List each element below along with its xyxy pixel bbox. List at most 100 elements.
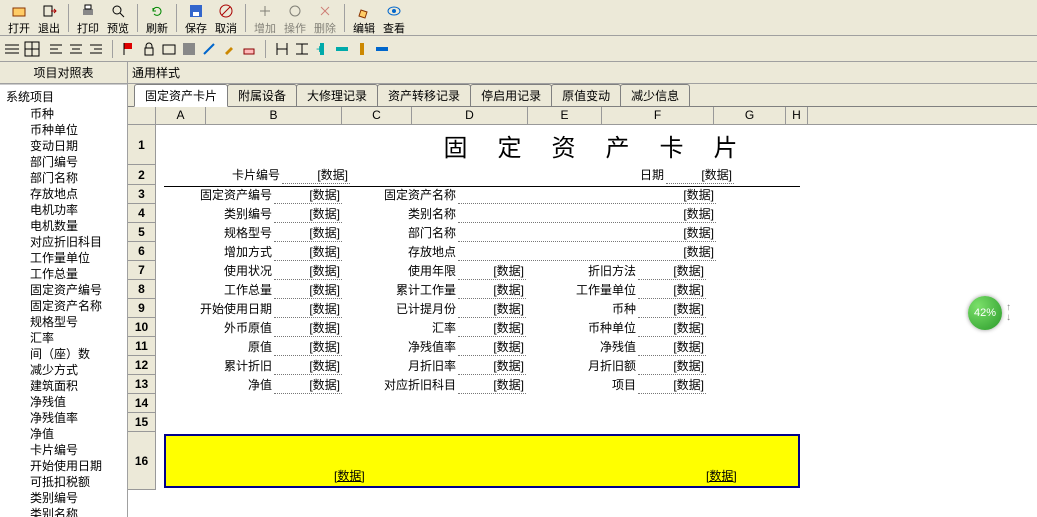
tab-2[interactable]: 大修理记录 xyxy=(296,84,378,106)
row-header[interactable]: 12 xyxy=(128,356,156,375)
insert-row-icon[interactable] xyxy=(334,41,350,57)
row-header[interactable]: 8 xyxy=(128,280,156,299)
tree-item[interactable]: 净残值 xyxy=(4,394,127,410)
field-value[interactable]: [数据] xyxy=(274,281,342,299)
lines-icon[interactable] xyxy=(4,41,20,57)
tree-item[interactable]: 币种单位 xyxy=(4,122,127,138)
brush-icon[interactable] xyxy=(221,41,237,57)
tree-item[interactable]: 固定资产名称 xyxy=(4,298,127,314)
tree-item[interactable]: 币种 xyxy=(4,106,127,122)
tree-item[interactable]: 部门编号 xyxy=(4,154,127,170)
field-value[interactable]: [数据] xyxy=(458,319,526,337)
tree-item[interactable]: 工作总量 xyxy=(4,266,127,282)
refresh-button[interactable]: 刷新 xyxy=(142,2,172,36)
tree-item[interactable]: 可抵扣税额 xyxy=(4,474,127,490)
tree-item[interactable]: 卡片编号 xyxy=(4,442,127,458)
field-value[interactable]: [数据] xyxy=(458,376,526,394)
field-value[interactable]: [数据] xyxy=(274,338,342,356)
tree-item[interactable]: 对应折旧科目 xyxy=(4,234,127,250)
tab-4[interactable]: 停启用记录 xyxy=(470,84,552,106)
row-header[interactable]: 11 xyxy=(128,337,156,356)
edit-button[interactable]: 编辑 xyxy=(349,2,379,36)
sheet-area[interactable]: ABCDEFGH 1固 定 资 产 卡 片2卡片编号[数据]日期[数据]3固定资… xyxy=(128,107,1037,517)
field-value[interactable]: [数据] xyxy=(458,262,526,280)
field-value[interactable]: [数据] xyxy=(638,338,706,356)
save-button[interactable]: 保存 xyxy=(181,2,211,36)
cancel-button[interactable]: 取消 xyxy=(211,2,241,36)
field-value[interactable]: [数据] xyxy=(458,205,716,223)
col-width-icon[interactable] xyxy=(274,41,290,57)
field-value[interactable]: [数据] xyxy=(638,357,706,375)
field-value[interactable]: [数据] xyxy=(274,205,342,223)
print-button[interactable]: 打印 xyxy=(73,2,103,36)
tree-item[interactable]: 净残值率 xyxy=(4,410,127,426)
tree-item[interactable]: 电机数量 xyxy=(4,218,127,234)
row-header[interactable]: 10 xyxy=(128,318,156,337)
row-header[interactable]: 7 xyxy=(128,261,156,280)
align-left-icon[interactable] xyxy=(48,41,64,57)
tab-5[interactable]: 原值变动 xyxy=(551,84,621,106)
tree-item[interactable]: 变动日期 xyxy=(4,138,127,154)
field-value[interactable]: [数据] xyxy=(458,300,526,318)
tree-item[interactable]: 存放地点 xyxy=(4,186,127,202)
field-value[interactable]: [数据] xyxy=(458,186,716,204)
field-value[interactable]: [数据] xyxy=(666,166,734,184)
delete-row-icon[interactable] xyxy=(374,41,390,57)
progress-badge[interactable]: 42% ↑↓ xyxy=(968,296,1011,330)
shade-icon[interactable] xyxy=(181,41,197,57)
row-header[interactable]: 1 xyxy=(128,125,156,165)
view-button[interactable]: 查看 xyxy=(379,2,409,36)
field-value[interactable]: [数据] xyxy=(334,467,365,484)
row-header[interactable]: 9 xyxy=(128,299,156,318)
tree-item[interactable]: 规格型号 xyxy=(4,314,127,330)
eraser-icon[interactable] xyxy=(241,41,257,57)
field-value[interactable]: [数据] xyxy=(638,281,706,299)
tab-6[interactable]: 减少信息 xyxy=(620,84,690,106)
preview-button[interactable]: 预览 xyxy=(103,2,133,36)
tree-scroll[interactable]: 系统项目 币种币种单位变动日期部门编号部门名称存放地点电机功率电机数量对应折旧科… xyxy=(0,84,127,517)
select-all-corner[interactable] xyxy=(128,107,156,124)
row-header[interactable]: 5 xyxy=(128,223,156,242)
flag-icon[interactable] xyxy=(121,41,137,57)
field-value[interactable]: [数据] xyxy=(274,262,342,280)
row-header[interactable]: 6 xyxy=(128,242,156,261)
delete-col-icon[interactable] xyxy=(354,41,370,57)
box-icon[interactable] xyxy=(161,41,177,57)
row-header[interactable]: 2 xyxy=(128,165,156,185)
tab-1[interactable]: 附属设备 xyxy=(227,84,297,106)
field-value[interactable]: [数据] xyxy=(706,467,737,484)
tree-item[interactable]: 减少方式 xyxy=(4,362,127,378)
field-value[interactable]: [数据] xyxy=(274,376,342,394)
wand-icon[interactable] xyxy=(201,41,217,57)
row-height-icon[interactable] xyxy=(294,41,310,57)
tree-item[interactable]: 部门名称 xyxy=(4,170,127,186)
row-header[interactable]: 15 xyxy=(128,413,156,432)
field-value[interactable]: [数据] xyxy=(274,319,342,337)
tree-item[interactable]: 类别名称 xyxy=(4,506,127,517)
tree-item[interactable]: 工作量单位 xyxy=(4,250,127,266)
grid-icon[interactable] xyxy=(24,41,40,57)
row-header[interactable]: 16 xyxy=(128,432,156,490)
field-value[interactable]: [数据] xyxy=(274,300,342,318)
tab-3[interactable]: 资产转移记录 xyxy=(377,84,471,106)
tree-item[interactable]: 建筑面积 xyxy=(4,378,127,394)
field-value[interactable]: [数据] xyxy=(638,319,706,337)
tree-root[interactable]: 系统项目 xyxy=(4,87,127,106)
tab-0[interactable]: 固定资产卡片 xyxy=(134,84,228,107)
row-header[interactable]: 4 xyxy=(128,204,156,223)
field-value[interactable]: [数据] xyxy=(274,243,342,261)
field-value[interactable]: [数据] xyxy=(458,338,526,356)
field-value[interactable]: [数据] xyxy=(638,376,706,394)
field-value[interactable]: [数据] xyxy=(274,357,342,375)
tree-item[interactable]: 类别编号 xyxy=(4,490,127,506)
field-value[interactable]: [数据] xyxy=(458,281,526,299)
row-header[interactable]: 14 xyxy=(128,394,156,413)
field-value[interactable]: [数据] xyxy=(458,357,526,375)
tree-item[interactable]: 固定资产编号 xyxy=(4,282,127,298)
row-header[interactable]: 13 xyxy=(128,375,156,394)
field-value[interactable]: [数据] xyxy=(282,166,350,184)
field-value[interactable]: [数据] xyxy=(638,300,706,318)
tree-item[interactable]: 电机功率 xyxy=(4,202,127,218)
tree-item[interactable]: 开始使用日期 xyxy=(4,458,127,474)
field-value[interactable]: [数据] xyxy=(458,243,716,261)
